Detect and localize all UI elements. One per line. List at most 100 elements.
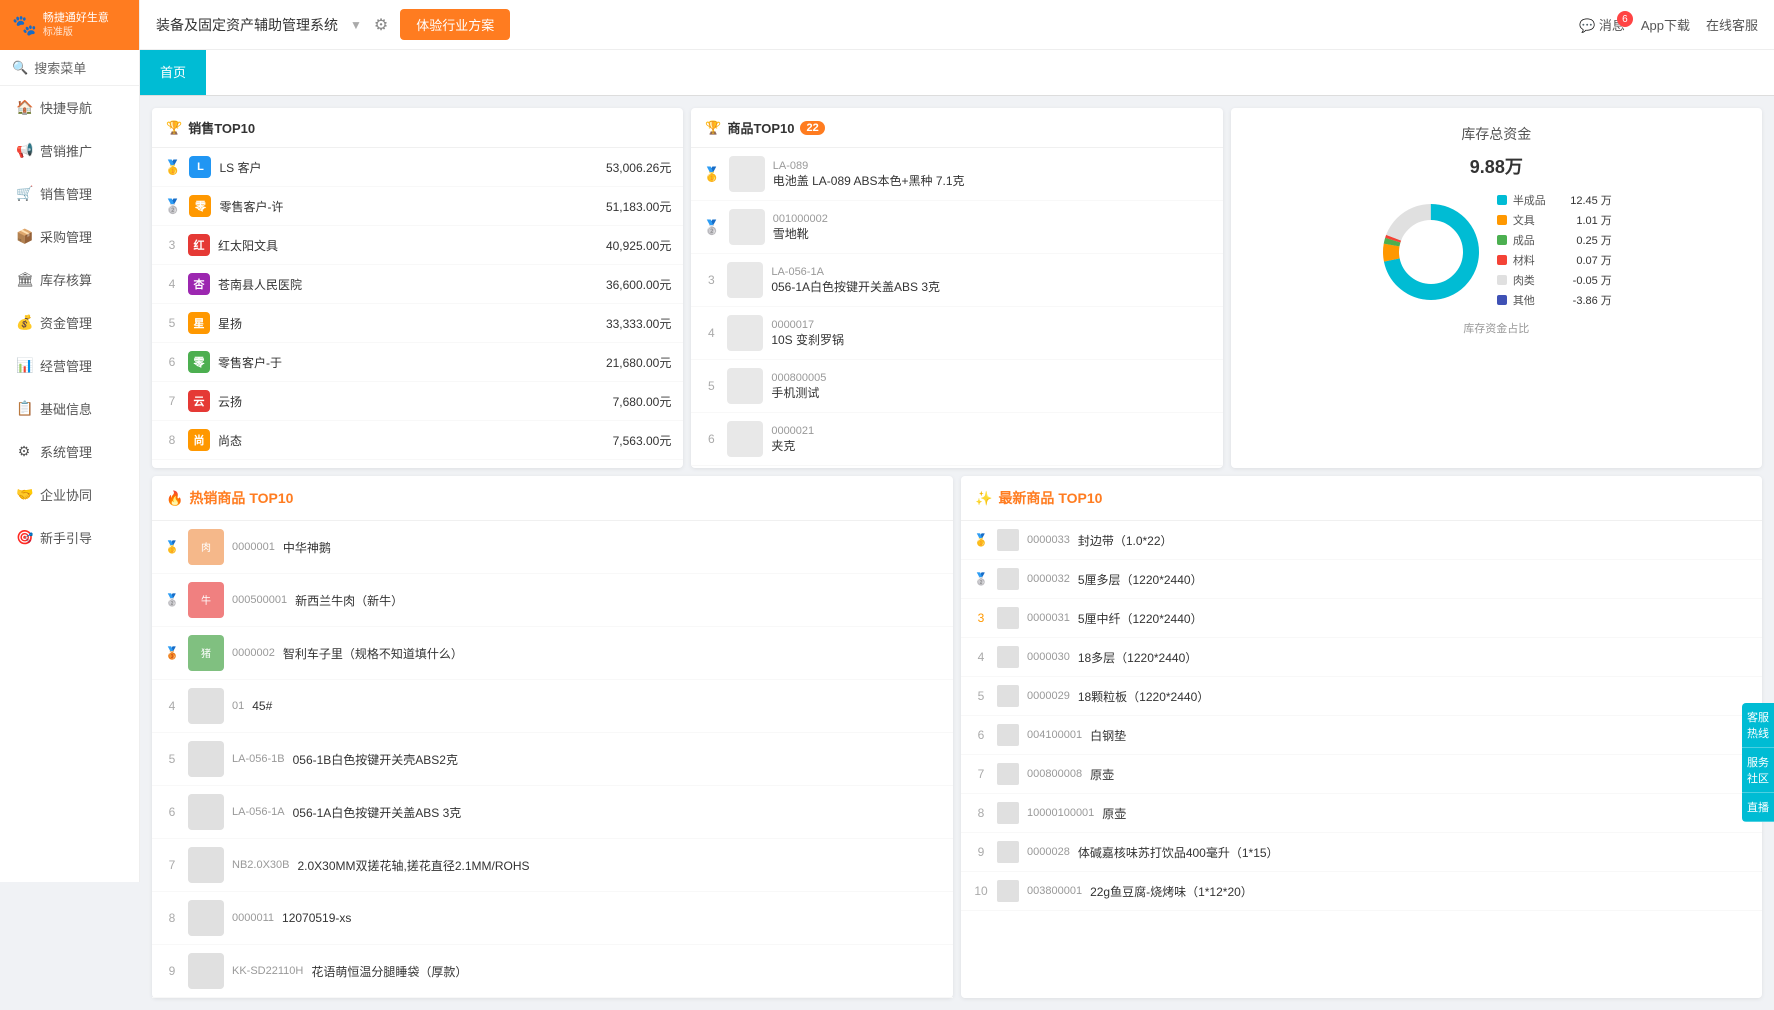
sidebar-item-finance[interactable]: 💰 资金管理 [0,301,139,344]
rank-medal-1: 🥇 [164,159,181,176]
sales-top10-panel: 🏆 销售TOP10 🥇 L LS 客户 53,006.26元 🥈 零 零售客户-… [152,108,683,468]
svg-text:牛: 牛 [201,594,211,607]
hot-rank-9: 9 [164,964,180,978]
hot-img-6 [188,794,224,830]
product-info-3: LA-056-1A 056-1A白色按键开关盖ABS 3克 [771,266,1210,295]
inventory-amount: 9.88万 [1247,148,1746,180]
operations-icon: 📊 [16,357,32,374]
product-rank-medal-1: 🥇 [703,166,720,183]
sidebar-item-operations[interactable]: 📊 经营管理 [0,344,139,387]
new-item-1[interactable]: 🥇 0000033 封边带（1.0*22） [961,521,1762,560]
trial-btn[interactable]: 体验行业方案 [400,9,510,40]
sidebar-item-inventory[interactable]: 🏛 库存核算 [0,258,139,301]
sidebar-item-collab[interactable]: 🤝 企业协同 [0,473,139,516]
sales-item-5[interactable]: 5 星 星扬 33,333.00元 [152,304,683,343]
avatar-1: L [189,156,211,178]
product-item-3[interactable]: 3 LA-056-1A 056-1A白色按键开关盖ABS 3克 [691,254,1222,307]
new-item-2[interactable]: 🥈 0000032 5厘多层（1220*2440） [961,560,1762,599]
products-badge: 22 [800,121,824,135]
trophy-icon-products: 🏆 [705,120,721,136]
message-badge[interactable]: 💬 6 消息 [1579,15,1625,34]
sales-item-7[interactable]: 7 云 云扬 7,680.00元 [152,382,683,421]
inventory-legend: 半成品 12.45 万 文具 1.01 万 成品 0.25 万 [1497,192,1612,312]
hot-item-4[interactable]: 4 01 45# [152,680,953,733]
new-img-5 [997,685,1019,707]
legend-item-semi: 半成品 12.45 万 [1497,192,1612,208]
sales-item-3[interactable]: 3 红 红太阳文具 40,925.00元 [152,226,683,265]
product-item-6[interactable]: 6 0000021 夹克 [691,413,1222,466]
new-item-10[interactable]: 10 003800001 22g鱼豆腐-烧烤味（1*12*20） [961,872,1762,911]
avatar-7: 云 [188,390,210,412]
customer-name-3: 红太阳文具 [218,237,598,254]
customer-name-8: 尚态 [218,432,605,449]
legend-item-finished: 成品 0.25 万 [1497,232,1612,248]
hot-img-4 [188,688,224,724]
new-img-3 [997,607,1019,629]
hot-item-2[interactable]: 🥈 牛 000500001 新西兰牛肉（新牛） [152,574,953,627]
rank-5: 5 [164,316,180,330]
search-menu[interactable]: 🔍 搜索菜单 [0,50,139,86]
sales-item-1[interactable]: 🥇 L LS 客户 53,006.26元 [152,148,683,187]
new-item-6[interactable]: 6 004100001 白钢垫 [961,716,1762,755]
app-name: 畅捷通好生意 [43,11,109,25]
hot-item-5[interactable]: 5 LA-056-1B 056-1B白色按键开关壳ABS2克 [152,733,953,786]
sales-panel-header: 🏆 销售TOP10 [152,108,683,148]
sales-item-6[interactable]: 6 零 零售客户-于 21,680.00元 [152,343,683,382]
sales-item-8[interactable]: 8 尚 尚态 7,563.00元 [152,421,683,460]
new-rank-medal-2: 🥈 [973,572,989,586]
product-item-2[interactable]: 🥈 001000002 雪地靴 [691,201,1222,254]
rank-8: 8 [164,433,180,447]
new-item-3[interactable]: 3 0000031 5厘中纤（1220*2440） [961,599,1762,638]
cs-live[interactable]: 直播 [1742,793,1774,822]
cs-community[interactable]: 服务社区 [1742,748,1774,793]
sidebar-item-purchase[interactable]: 📦 采购管理 [0,215,139,258]
legend-item-material: 材料 0.07 万 [1497,252,1612,268]
sidebar-item-basic-info[interactable]: 📋 基础信息 [0,387,139,430]
sidebar-item-sales[interactable]: 🛒 销售管理 [0,172,139,215]
new-img-10 [997,880,1019,902]
new-item-5[interactable]: 5 0000029 18颗粒板（1220*2440） [961,677,1762,716]
app-download-link[interactable]: App下载 [1641,15,1690,34]
customer-amount-6: 21,680.00元 [606,354,671,371]
hot-item-9[interactable]: 9 KK-SD22110H 花语萌恒温分腿睡袋（厚款） [152,945,953,998]
product-item-4[interactable]: 4 0000017 10S 变刹罗锅 [691,307,1222,360]
hot-item-1[interactable]: 🥇 肉 0000001 中华神鹅 [152,521,953,574]
sidebar-item-system[interactable]: ⚙ 系统管理 [0,430,139,473]
hot-item-6[interactable]: 6 LA-056-1A 056-1A白色按键开关盖ABS 3克 [152,786,953,839]
products-top10-panel: 🏆 商品TOP10 22 🥇 LA-089 电池盖 LA-089 ABS本色+黑… [691,108,1222,468]
product-img-5 [727,368,763,404]
tab-home[interactable]: 首页 [140,50,206,95]
customer-amount-2: 51,183.00元 [606,198,671,215]
hot-img-1: 肉 [188,529,224,565]
customer-amount-5: 33,333.00元 [606,315,671,332]
marketing-icon: 📢 [16,142,32,159]
new-rank-10: 10 [973,884,989,898]
message-icon: 💬 [1579,18,1595,33]
online-service-link[interactable]: 在线客服 [1706,15,1758,34]
hot-item-3[interactable]: 🥉 猪 0000002 智利车子里（规格不知道填什么） [152,627,953,680]
cs-hotline[interactable]: 客服热线 [1742,703,1774,748]
settings-icon[interactable]: ⚙ [374,15,388,35]
sidebar-item-guide[interactable]: 🎯 新手引导 [0,516,139,559]
new-img-1 [997,529,1019,551]
sales-item-2[interactable]: 🥈 零 零售客户-许 51,183.00元 [152,187,683,226]
legend-item-meat: 肉类 -0.05 万 [1497,272,1612,288]
customer-amount-7: 7,680.00元 [613,393,672,410]
new-item-9[interactable]: 9 0000028 体碱嘉核味苏打饮品400毫升（1*15） [961,833,1762,872]
product-rank-5: 5 [703,379,719,393]
new-item-7[interactable]: 7 000800008 原壶 [961,755,1762,794]
new-item-8[interactable]: 8 10000100001 原壶 [961,794,1762,833]
hot-item-7[interactable]: 7 NB2.0X30B 2.0X30MM双搓花轴,搓花直径2.1MM/ROHS [152,839,953,892]
product-item-5[interactable]: 5 000800005 手机测试 [691,360,1222,413]
hot-rank-5: 5 [164,752,180,766]
sales-item-4[interactable]: 4 杏 苍南县人民医院 36,600.00元 [152,265,683,304]
new-item-4[interactable]: 4 0000030 18多层（1220*2440） [961,638,1762,677]
dropdown-arrow-icon[interactable]: ▼ [350,18,362,32]
product-rank-6: 6 [703,432,719,446]
hot-img-5 [188,741,224,777]
product-item-7[interactable]: 7 LA-59651-1B 59651-1B旋转投影灯电池盒ABS黑色+58克 [691,466,1222,468]
sidebar-item-marketing[interactable]: 📢 营销推广 [0,129,139,172]
product-item-1[interactable]: 🥇 LA-089 电池盖 LA-089 ABS本色+黑种 7.1克 [691,148,1222,201]
hot-item-8[interactable]: 8 0000011 12070519-xs [152,892,953,945]
sidebar-item-nav[interactable]: 🏠 快捷导航 [0,86,139,129]
